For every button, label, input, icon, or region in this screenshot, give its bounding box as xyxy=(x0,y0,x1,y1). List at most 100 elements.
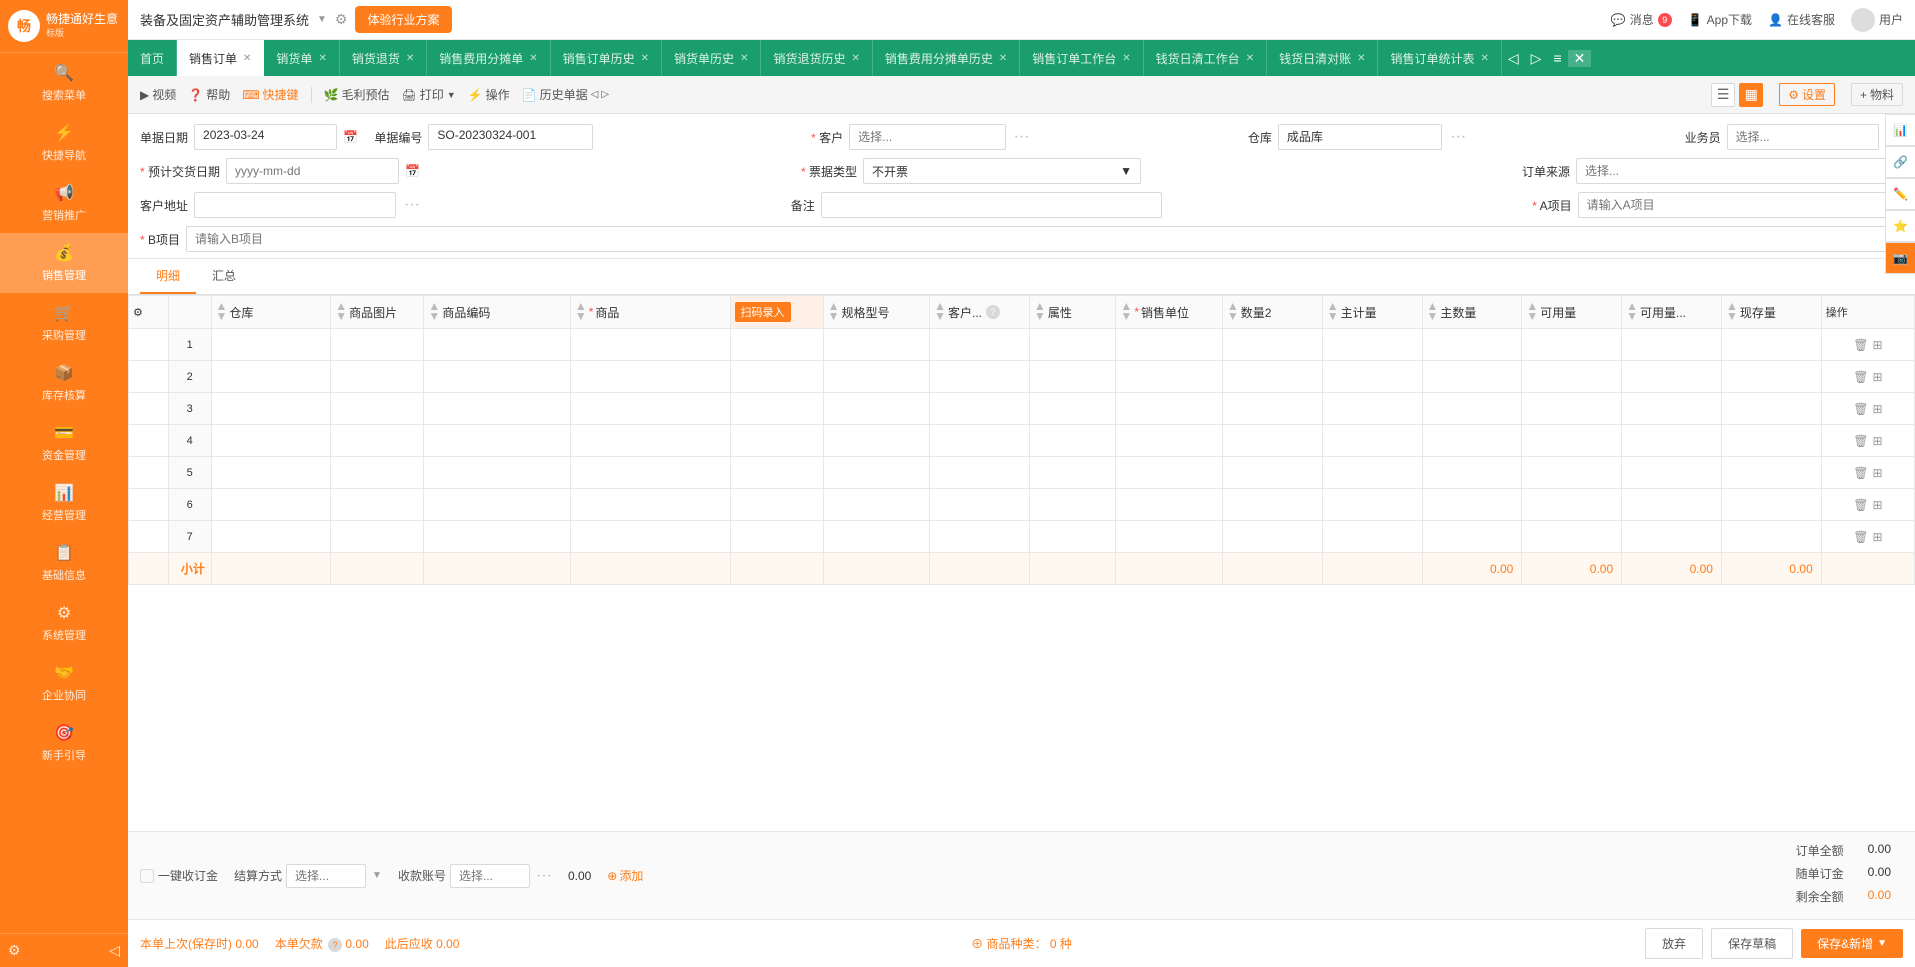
online-support-item[interactable]: 👤 在线客服 xyxy=(1768,11,1835,28)
row-available2-cell[interactable] xyxy=(1622,457,1722,489)
history-nav-next[interactable]: ▷ xyxy=(601,89,609,100)
col-scan-header[interactable]: 扫码录入 xyxy=(730,296,823,329)
tab-sales-order[interactable]: 销售订单 ✕ xyxy=(177,40,264,76)
toolbar-print[interactable]: 🖨 打印 ▼ xyxy=(402,86,456,103)
row-product-cell[interactable] xyxy=(570,521,730,553)
row-attribute-cell[interactable] xyxy=(1029,425,1116,457)
delivery-calendar-icon[interactable]: 📅 xyxy=(405,164,420,178)
col-attribute-header[interactable]: ▲▼ 属性 xyxy=(1029,296,1116,329)
col-image-header[interactable]: ▲▼ 商品图片 xyxy=(331,296,424,329)
row-available-cell[interactable] xyxy=(1522,425,1622,457)
row-available2-cell[interactable] xyxy=(1622,361,1722,393)
row-attribute-cell[interactable] xyxy=(1029,393,1116,425)
right-btn-3[interactable]: ✏️ xyxy=(1885,178,1915,210)
row-warehouse-cell[interactable] xyxy=(211,489,331,521)
row-customer-code-cell[interactable] xyxy=(930,393,1030,425)
row-code-cell[interactable] xyxy=(424,457,570,489)
row-qty2-cell[interactable] xyxy=(1222,489,1322,521)
row-copy-icon[interactable]: ⊞ xyxy=(1872,498,1882,512)
row-product-cell[interactable] xyxy=(570,425,730,457)
row-code-cell[interactable] xyxy=(424,361,570,393)
row-customer-code-cell[interactable] xyxy=(930,457,1030,489)
sidebar-item-nav[interactable]: ⚡ 快捷导航 xyxy=(0,113,128,173)
warehouse-more-icon[interactable]: ··· xyxy=(1450,128,1466,146)
row-available-cell[interactable] xyxy=(1522,361,1622,393)
tab-close-icon[interactable]: ✕ xyxy=(318,53,326,64)
tab-close-icon[interactable]: ✕ xyxy=(529,53,537,64)
tab-close-icon[interactable]: ✕ xyxy=(641,53,649,64)
row-unit-cell[interactable] xyxy=(1116,489,1222,521)
industry-btn[interactable]: 体验行业方案 xyxy=(355,6,451,33)
row-current-stock-cell[interactable] xyxy=(1721,329,1821,361)
row-available-cell[interactable] xyxy=(1522,457,1622,489)
agent-input[interactable] xyxy=(1727,124,1879,150)
row-qty2-cell[interactable] xyxy=(1222,521,1322,553)
save-dropdown-icon[interactable]: ▼ xyxy=(1877,938,1887,949)
draft-btn[interactable]: 保存草稿 xyxy=(1711,928,1793,959)
row-code-cell[interactable] xyxy=(424,329,570,361)
row-available2-cell[interactable] xyxy=(1622,329,1722,361)
col-code-header[interactable]: ▲▼ 商品编码 xyxy=(424,296,570,329)
row-spec-cell[interactable] xyxy=(823,329,929,361)
row-main-unit-cell[interactable] xyxy=(1322,457,1422,489)
row-delete-icon[interactable]: 🗑 xyxy=(1853,466,1868,480)
row-warehouse-cell[interactable] xyxy=(211,393,331,425)
tab-expense-history[interactable]: 销售费用分摊单历史 ✕ xyxy=(873,40,1020,76)
tab-close-icon[interactable]: ✕ xyxy=(851,53,859,64)
table-wrapper[interactable]: ⚙ ▲▼ 仓库 ▲▼ 商品图片 xyxy=(128,295,1915,831)
row-qty2-cell[interactable] xyxy=(1222,361,1322,393)
row-attribute-cell[interactable] xyxy=(1029,521,1116,553)
row-copy-icon[interactable]: ⊞ xyxy=(1872,402,1882,416)
sidebar-item-inventory[interactable]: 📦 库存核算 xyxy=(0,353,128,413)
account-more-icon[interactable]: ··· xyxy=(536,867,552,885)
row-qty2-cell[interactable] xyxy=(1222,329,1322,361)
row-warehouse-cell[interactable] xyxy=(211,329,331,361)
row-main-qty-cell[interactable] xyxy=(1422,329,1522,361)
print-dropdown-icon[interactable]: ▼ xyxy=(447,90,456,100)
col-available-header[interactable]: ▲▼ 可用量 xyxy=(1522,296,1622,329)
sidebar-item-collab[interactable]: 🤝 企业协同 xyxy=(0,653,128,713)
tab-stats[interactable]: 销售订单统计表 ✕ xyxy=(1378,40,1501,76)
col-customer-code-header[interactable]: ▲▼ 客户... ? xyxy=(930,296,1030,329)
tab-close-icon[interactable]: ✕ xyxy=(406,53,414,64)
tab-ship-history[interactable]: 销货单历史 ✕ xyxy=(662,40,761,76)
invoice-select[interactable]: 不开票 ▼ xyxy=(863,158,1141,184)
row-current-stock-cell[interactable] xyxy=(1721,457,1821,489)
row-image-cell[interactable] xyxy=(331,393,424,425)
row-available-cell[interactable] xyxy=(1522,393,1622,425)
row-main-unit-cell[interactable] xyxy=(1322,361,1422,393)
row-product-cell[interactable] xyxy=(570,457,730,489)
payment-method-input[interactable] xyxy=(286,864,366,888)
tab-order-workbench[interactable]: 销售订单工作台 ✕ xyxy=(1020,40,1143,76)
row-unit-cell[interactable] xyxy=(1116,361,1222,393)
row-unit-cell[interactable] xyxy=(1116,393,1222,425)
debt-info-icon[interactable]: ? xyxy=(328,938,342,952)
row-copy-icon[interactable]: ⊞ xyxy=(1872,530,1882,544)
row-attribute-cell[interactable] xyxy=(1029,489,1116,521)
row-image-cell[interactable] xyxy=(331,489,424,521)
row-main-qty-cell[interactable] xyxy=(1422,489,1522,521)
col-warehouse-header[interactable]: ▲▼ 仓库 xyxy=(211,296,331,329)
row-unit-cell[interactable] xyxy=(1116,329,1222,361)
tab-close-icon[interactable]: ✕ xyxy=(740,53,748,64)
delivery-date-input[interactable] xyxy=(226,158,399,184)
row-delete-icon[interactable]: 🗑 xyxy=(1853,338,1868,352)
row-available2-cell[interactable] xyxy=(1622,425,1722,457)
row-attribute-cell[interactable] xyxy=(1029,329,1116,361)
row-unit-cell[interactable] xyxy=(1116,457,1222,489)
row-qty2-cell[interactable] xyxy=(1222,457,1322,489)
col-available2-header[interactable]: ▲▼ 可用量... xyxy=(1622,296,1722,329)
row-main-qty-cell[interactable] xyxy=(1422,361,1522,393)
info-icon[interactable]: ? xyxy=(986,305,1000,319)
row-code-cell[interactable] xyxy=(424,425,570,457)
sidebar-item-guide[interactable]: 🎯 新手引导 xyxy=(0,713,128,773)
tab-detail[interactable]: 明细 xyxy=(140,259,196,294)
row-customer-code-cell[interactable] xyxy=(930,361,1030,393)
row-delete-icon[interactable]: 🗑 xyxy=(1853,498,1868,512)
one-click-checkbox[interactable] xyxy=(140,869,154,883)
toolbar-operation[interactable]: ⚡ 操作 xyxy=(468,86,510,103)
tab-sales-ship[interactable]: 销货单 ✕ xyxy=(264,40,339,76)
history-nav-prev[interactable]: ◁ xyxy=(591,89,599,100)
row-spec-cell[interactable] xyxy=(823,489,929,521)
row-main-qty-cell[interactable] xyxy=(1422,425,1522,457)
